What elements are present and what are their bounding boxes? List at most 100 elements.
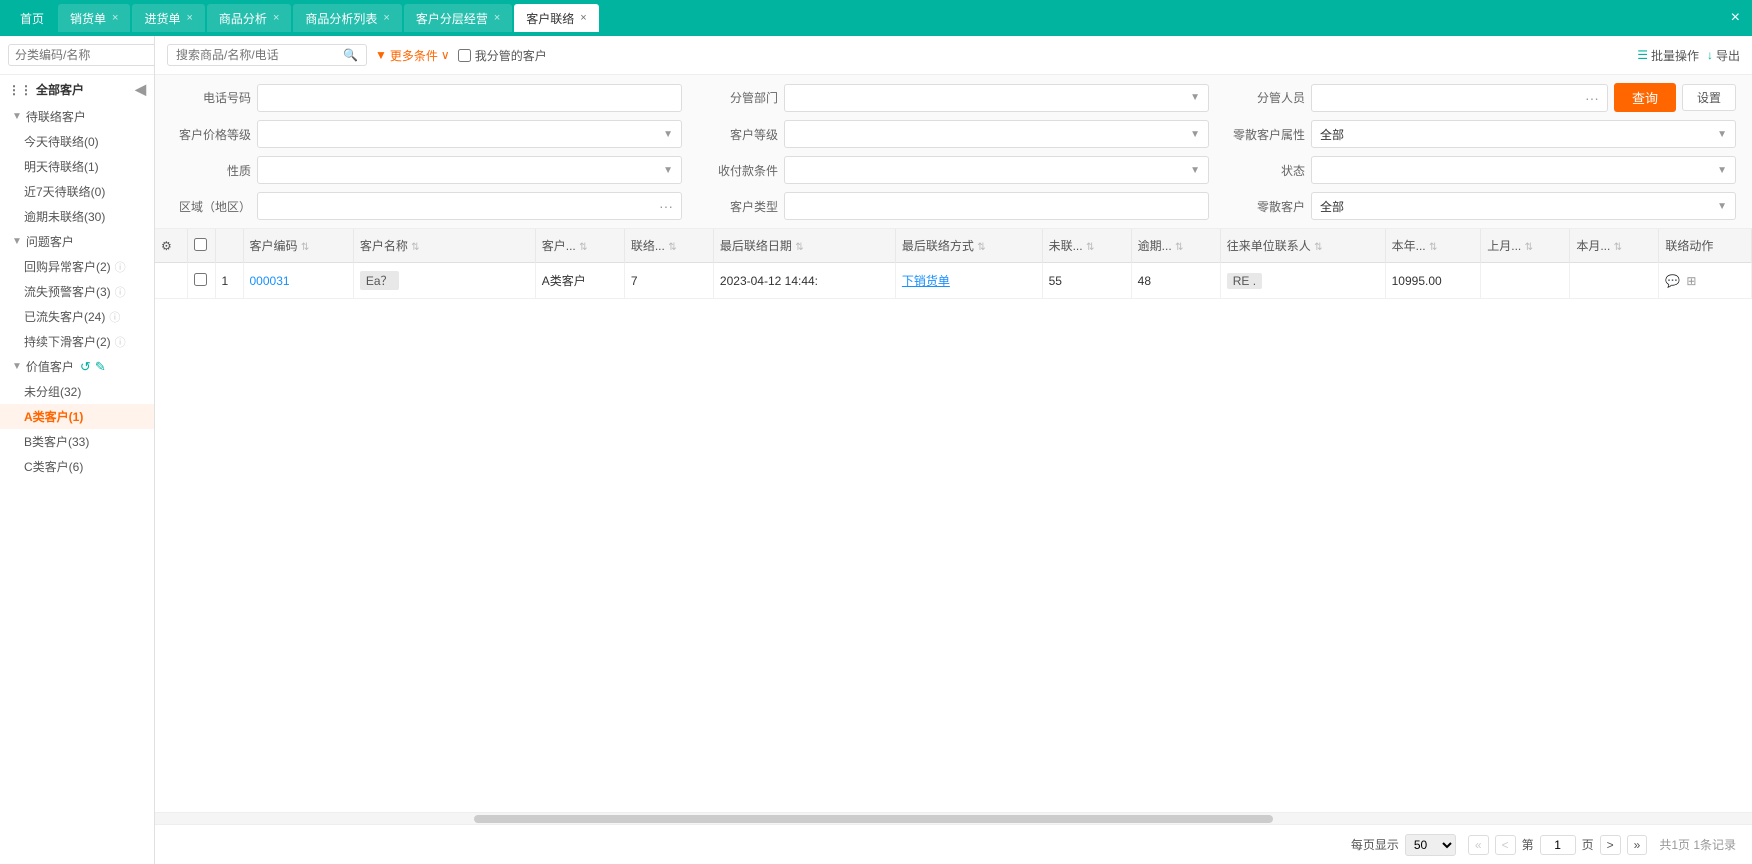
tab-customer-segment-close[interactable]: × <box>494 12 500 24</box>
sidebar-item-abnormal[interactable]: 回购异常客户(2) ⓘ <box>0 254 154 279</box>
tab-analysis-list[interactable]: 商品分析列表 × <box>293 4 401 32</box>
customer-type-label: 客户类型 <box>698 198 778 215</box>
col-this-year[interactable]: 本年... ⇅ <box>1385 229 1481 263</box>
col-settings[interactable]: ⚙ <box>155 229 187 263</box>
col-no-contact[interactable]: 未联... ⇅ <box>1042 229 1131 263</box>
customer-type-input[interactable] <box>784 192 1209 220</box>
sidebar-item-churn-warning[interactable]: 流失预警客户(3) ⓘ <box>0 279 154 304</box>
tab-customer-contact[interactable]: 客户联络 × <box>514 4 598 32</box>
group-problem-customers[interactable]: ▼ 问题客户 <box>0 229 154 254</box>
retail-customer-dropdown[interactable]: 全部 ▼ <box>1311 192 1736 220</box>
close-all-tabs[interactable]: × <box>1727 5 1744 31</box>
sidebar-item-churned[interactable]: 已流失客户(24) ⓘ <box>0 304 154 329</box>
col-overdue-sort: ⇅ <box>1175 242 1183 253</box>
sidebar-item-7days[interactable]: 近7天待联络(0) <box>0 179 154 204</box>
sidebar-item-overdue[interactable]: 逾期未联络(30) <box>0 204 154 229</box>
tab-purchase[interactable]: 进货单 × <box>132 4 204 32</box>
my-customers-check[interactable] <box>458 49 471 62</box>
tab-analysis-list-close[interactable]: × <box>383 12 389 24</box>
retail-attr-dropdown[interactable]: 全部 ▼ <box>1311 120 1736 148</box>
cell-code[interactable]: 000031 <box>243 263 353 299</box>
row-checkbox[interactable] <box>194 273 207 286</box>
col-last-method[interactable]: 最后联络方式 ⇅ <box>895 229 1042 263</box>
filter-row-manager: 分管人员 ··· 查询 设置 <box>1225 83 1736 112</box>
sidebar-item-class-c[interactable]: C类客户(6) <box>0 454 154 479</box>
sidebar-item-ungrouped[interactable]: 未分组(32) <box>0 379 154 404</box>
group-value-customers[interactable]: ▼ 价值客户 ↺ ✎ <box>0 354 154 379</box>
sidebar-item-today-label: 今天待联络(0) <box>24 133 99 150</box>
sidebar-item-today[interactable]: 今天待联络(0) <box>0 129 154 154</box>
tab-customer-contact-close[interactable]: × <box>580 12 586 24</box>
col-this-month[interactable]: 本月... ⇅ <box>1570 229 1659 263</box>
tab-home[interactable]: 首页 <box>8 4 56 32</box>
col-checkbox[interactable] <box>187 229 215 263</box>
col-last-month[interactable]: 上月... ⇅ <box>1481 229 1570 263</box>
grid-icon[interactable]: ⊞ <box>1686 274 1696 288</box>
current-page-input[interactable] <box>1540 835 1576 855</box>
my-customers-checkbox[interactable]: 我分管的客户 <box>458 47 547 64</box>
first-page-btn[interactable]: « <box>1468 835 1489 855</box>
cell-this-month <box>1570 263 1659 299</box>
batch-op-btn[interactable]: ☰ 批量操作 <box>1637 47 1699 64</box>
tab-purchase-close[interactable]: × <box>186 12 192 24</box>
manager-input[interactable]: ··· <box>1311 84 1608 112</box>
export-btn[interactable]: ↓ 导出 <box>1707 47 1740 64</box>
col-contact-sort: ⇅ <box>668 242 676 253</box>
group-value-label: 价值客户 <box>26 358 74 375</box>
payment-dropdown[interactable]: ▼ <box>784 156 1209 184</box>
all-customers-label[interactable]: 全部客户 <box>36 81 84 98</box>
main-search-input[interactable] <box>176 48 339 62</box>
dept-dropdown[interactable]: ▼ <box>784 84 1209 112</box>
total-info: 共1页 1条记录 <box>1659 836 1736 853</box>
settings-icon[interactable]: ⚙ <box>161 239 172 253</box>
customer-level-dropdown[interactable]: ▼ <box>784 120 1209 148</box>
col-this-year-sort: ⇅ <box>1429 242 1437 253</box>
last-method-link[interactable]: 下销货单 <box>902 274 950 288</box>
sidebar: 🔍 ⋮⋮ 全部客户 ◀ ▼ 待联络客户 今天待联络(0) 明天待联络(1) 近7… <box>0 36 155 864</box>
phone-input[interactable] <box>257 84 682 112</box>
tab-customer-segment[interactable]: 客户分层经营 × <box>404 4 512 32</box>
col-type[interactable]: 客户... ⇅ <box>535 229 624 263</box>
sidebar-item-class-a[interactable]: A类客户(1) <box>0 404 154 429</box>
sidebar-item-tomorrow[interactable]: 明天待联络(1) <box>0 154 154 179</box>
sidebar-item-declining[interactable]: 持续下滑客户(2) ⓘ <box>0 329 154 354</box>
cell-checkbox[interactable] <box>187 263 215 299</box>
tab-sales-close[interactable]: × <box>112 12 118 24</box>
sidebar-collapse-btn[interactable]: ◀ <box>135 81 146 98</box>
next-page-btn[interactable]: > <box>1600 835 1621 855</box>
col-last-date[interactable]: 最后联络日期 ⇅ <box>713 229 895 263</box>
comment-icon[interactable]: 💬 <box>1665 274 1680 288</box>
setting-button[interactable]: 设置 <box>1682 84 1736 111</box>
tab-purchase-label: 进货单 <box>144 10 180 27</box>
sidebar-item-7days-label: 近7天待联络(0) <box>24 183 105 200</box>
sidebar-search-input[interactable] <box>8 44 155 66</box>
col-overdue[interactable]: 逾期... ⇅ <box>1131 229 1220 263</box>
tab-analysis[interactable]: 商品分析 × <box>207 4 291 32</box>
main-search-icon[interactable]: 🔍 <box>343 48 358 62</box>
nature-dropdown[interactable]: ▼ <box>257 156 682 184</box>
col-code[interactable]: 客户编码 ⇅ <box>243 229 353 263</box>
cell-action: 💬 ⊞ <box>1659 263 1752 299</box>
edit-icon[interactable]: ✎ <box>95 359 106 375</box>
col-name[interactable]: 客户名称 ⇅ <box>353 229 535 263</box>
group-problem-arrow: ▼ <box>12 236 22 247</box>
per-page-select[interactable]: 50 100 200 <box>1405 834 1456 856</box>
group-pending-contact[interactable]: ▼ 待联络客户 <box>0 104 154 129</box>
last-page-btn[interactable]: » <box>1627 835 1648 855</box>
search-button[interactable]: 查询 <box>1614 83 1676 112</box>
select-all-checkbox[interactable] <box>194 238 207 251</box>
region-input[interactable]: ··· <box>257 192 682 220</box>
status-dropdown[interactable]: ▼ <box>1311 156 1736 184</box>
tab-analysis-close[interactable]: × <box>273 12 279 24</box>
col-contact[interactable]: 联络... ⇅ <box>624 229 713 263</box>
horizontal-scrollbar[interactable] <box>155 812 1752 824</box>
tab-sales[interactable]: 销货单 × <box>58 4 130 32</box>
sidebar-item-class-b[interactable]: B类客户(33) <box>0 429 154 454</box>
more-filters-btn[interactable]: ▼ 更多条件 ∨ <box>375 47 450 64</box>
cell-last-method[interactable]: 下销货单 <box>895 263 1042 299</box>
price-level-dropdown[interactable]: ▼ <box>257 120 682 148</box>
col-unit-contact[interactable]: 往来单位联系人 ⇅ <box>1220 229 1385 263</box>
prev-page-btn[interactable]: < <box>1495 835 1516 855</box>
refresh-icon[interactable]: ↺ <box>80 359 91 375</box>
scroll-thumb[interactable] <box>474 815 1273 823</box>
